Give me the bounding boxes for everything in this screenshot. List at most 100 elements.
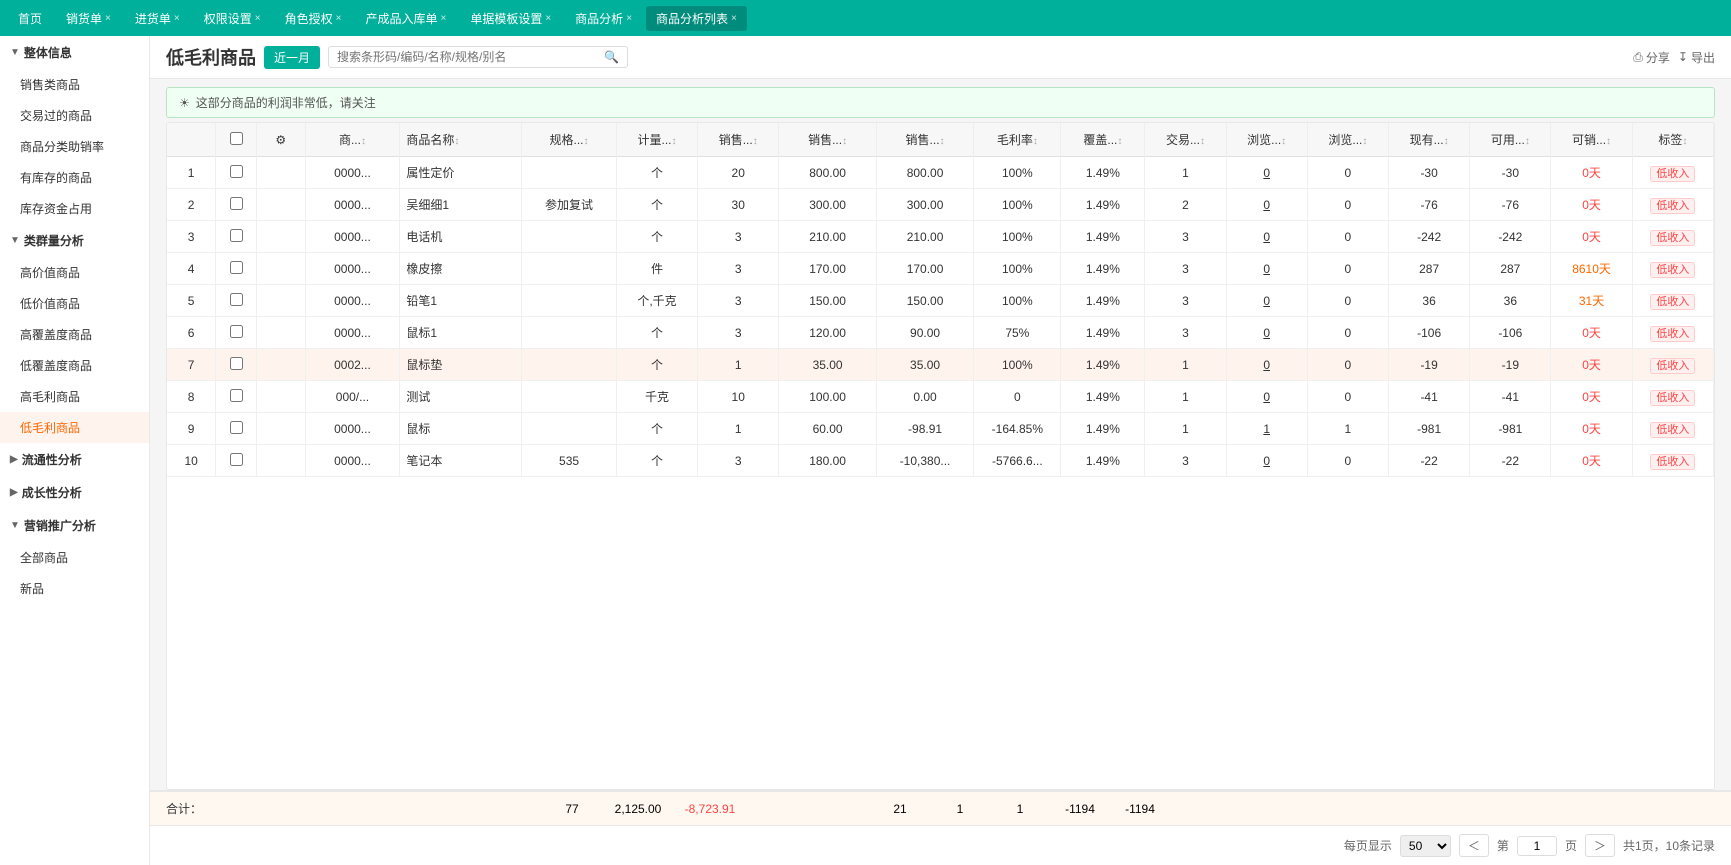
row-setting	[256, 413, 305, 445]
col-header-spec[interactable]: 规格...↕	[522, 123, 617, 157]
col-header-tag[interactable]: 标签↕	[1632, 123, 1713, 157]
col-header-sales-price[interactable]: 销售...↕	[779, 123, 876, 157]
nav-permission[interactable]: 权限设置 ×	[194, 6, 271, 31]
sidebar-item-in-stock[interactable]: 有库存的商品	[0, 162, 149, 193]
pagination: 每页显示 50 100 200 ＜ 第 页 ＞ 共1页，10条记录	[150, 825, 1731, 865]
row-checkbox[interactable]	[230, 453, 243, 466]
row-checkbox[interactable]	[230, 293, 243, 306]
row-checkbox[interactable]	[230, 325, 243, 338]
nav-close-product-entry[interactable]: ×	[440, 13, 446, 24]
col-header-view1[interactable]: 浏览...↕	[1226, 123, 1307, 157]
row-view1[interactable]: 0	[1226, 445, 1307, 477]
select-all-checkbox[interactable]	[230, 132, 243, 145]
sidebar-item-traded-goods[interactable]: 交易过的商品	[0, 100, 149, 131]
nav-purchase-order[interactable]: 进货单 ×	[125, 6, 190, 31]
per-page-select[interactable]: 50 100 200	[1400, 835, 1451, 857]
row-check[interactable]	[216, 349, 257, 381]
sidebar-item-high-coverage[interactable]: 高覆盖度商品	[0, 319, 149, 350]
sidebar-group-cluster[interactable]: ▼ 类群量分析	[0, 224, 149, 257]
col-header-view2[interactable]: 浏览...↕	[1307, 123, 1388, 157]
row-check[interactable]	[216, 157, 257, 189]
export-btn[interactable]: ↧ 导出	[1678, 49, 1715, 66]
table-wrap: ⚙ 商...↕ 商品名称↕ 规格...↕ 计量...↕	[166, 122, 1715, 790]
row-check[interactable]	[216, 253, 257, 285]
row-setting	[256, 157, 305, 189]
nav-close-sales[interactable]: ×	[105, 13, 111, 24]
search-icon[interactable]: 🔍	[604, 50, 619, 64]
nav-close-role[interactable]: ×	[336, 13, 342, 24]
nav-close-purchase[interactable]: ×	[174, 13, 180, 24]
page-input[interactable]	[1517, 836, 1557, 856]
sidebar-item-category-rate[interactable]: 商品分类助销率	[0, 131, 149, 162]
row-check[interactable]	[216, 189, 257, 221]
nav-close-template[interactable]: ×	[545, 13, 551, 24]
share-btn[interactable]: ⎙ 分享	[1633, 49, 1670, 66]
row-checkbox[interactable]	[230, 261, 243, 274]
row-view1[interactable]: 0	[1226, 157, 1307, 189]
col-header-unit[interactable]: 计量...↕	[616, 123, 697, 157]
nav-close-goods-list[interactable]: ×	[731, 13, 737, 24]
prev-page-btn[interactable]: ＜	[1459, 834, 1489, 857]
col-header-avail[interactable]: 可用...↕	[1470, 123, 1551, 157]
row-view1[interactable]: 1	[1226, 413, 1307, 445]
sidebar-collapse-btn[interactable]: «	[149, 56, 150, 96]
row-checkbox[interactable]	[230, 229, 243, 242]
col-header-code[interactable]: 商...↕	[305, 123, 400, 157]
row-check[interactable]	[216, 381, 257, 413]
nav-goods-analysis-list[interactable]: 商品分析列表 ×	[646, 6, 747, 31]
nav-template-setting[interactable]: 单据模板设置 ×	[460, 6, 561, 31]
row-checkbox[interactable]	[230, 389, 243, 402]
col-header-name[interactable]: 商品名称↕	[400, 123, 522, 157]
next-page-btn[interactable]: ＞	[1585, 834, 1615, 857]
nav-role[interactable]: 角色授权 ×	[275, 6, 352, 31]
sidebar-item-high-margin[interactable]: 高毛利商品	[0, 381, 149, 412]
filter-recent-month-btn[interactable]: 近一月	[264, 46, 320, 69]
row-check[interactable]	[216, 445, 257, 477]
row-check[interactable]	[216, 317, 257, 349]
sidebar-item-sales-goods[interactable]: 销售类商品	[0, 69, 149, 100]
search-input[interactable]	[337, 50, 600, 64]
row-check[interactable]	[216, 221, 257, 253]
sidebar-item-low-margin[interactable]: 低毛利商品	[0, 412, 149, 443]
col-header-trans[interactable]: 交易...↕	[1145, 123, 1226, 157]
sidebar-group-circulation[interactable]: ▶ 流通性分析	[0, 443, 149, 476]
table-row: 9 0000... 鼠标 个 1 60.00 -98.91 -164.85% 1…	[167, 413, 1714, 445]
row-view1[interactable]: 0	[1226, 381, 1307, 413]
row-checkbox[interactable]	[230, 421, 243, 434]
sidebar-group-overall[interactable]: ▼ 整体信息	[0, 36, 149, 69]
col-header-cover-rate[interactable]: 覆盖...↕	[1061, 123, 1145, 157]
sidebar-group-growth[interactable]: ▶ 成长性分析	[0, 476, 149, 509]
col-header-setting[interactable]: ⚙	[256, 123, 305, 157]
sidebar-item-all-goods[interactable]: 全部商品	[0, 542, 149, 573]
sidebar-item-high-value[interactable]: 高价值商品	[0, 257, 149, 288]
sidebar-item-new-goods[interactable]: 新品	[0, 573, 149, 604]
nav-product-entry[interactable]: 产成品入库单 ×	[355, 6, 456, 31]
nav-home[interactable]: 首页	[8, 6, 52, 31]
row-checkbox[interactable]	[230, 197, 243, 210]
col-header-sellable[interactable]: 可销...↕	[1551, 123, 1632, 157]
sidebar-item-low-value[interactable]: 低价值商品	[0, 288, 149, 319]
sidebar-group-marketing[interactable]: ▼ 营销推广分析	[0, 509, 149, 542]
row-checkbox[interactable]	[230, 357, 243, 370]
row-view1[interactable]: 0	[1226, 285, 1307, 317]
nav-close-goods-analysis[interactable]: ×	[626, 13, 632, 24]
sidebar-item-low-coverage[interactable]: 低覆盖度商品	[0, 350, 149, 381]
nav-goods-analysis[interactable]: 商品分析 ×	[565, 6, 642, 31]
row-view1[interactable]: 0	[1226, 253, 1307, 285]
col-header-stock[interactable]: 现有...↕	[1389, 123, 1470, 157]
row-checkbox[interactable]	[230, 165, 243, 178]
col-header-sales-qty[interactable]: 销售...↕	[698, 123, 779, 157]
row-view1[interactable]: 0	[1226, 221, 1307, 253]
row-check[interactable]	[216, 285, 257, 317]
row-view1[interactable]: 0	[1226, 317, 1307, 349]
sidebar-item-stock-capital[interactable]: 库存资金占用	[0, 193, 149, 224]
row-view1[interactable]: 0	[1226, 189, 1307, 221]
nav-close-permission[interactable]: ×	[255, 13, 261, 24]
nav-sales-order[interactable]: 销货单 ×	[56, 6, 121, 31]
col-header-sales-amt[interactable]: 销售...↕	[876, 123, 973, 157]
row-sales-qty: 1	[698, 413, 779, 445]
row-check[interactable]	[216, 413, 257, 445]
row-view1[interactable]: 0	[1226, 349, 1307, 381]
row-gross-rate: 100%	[974, 349, 1061, 381]
col-header-gross-rate[interactable]: 毛利率↕	[974, 123, 1061, 157]
